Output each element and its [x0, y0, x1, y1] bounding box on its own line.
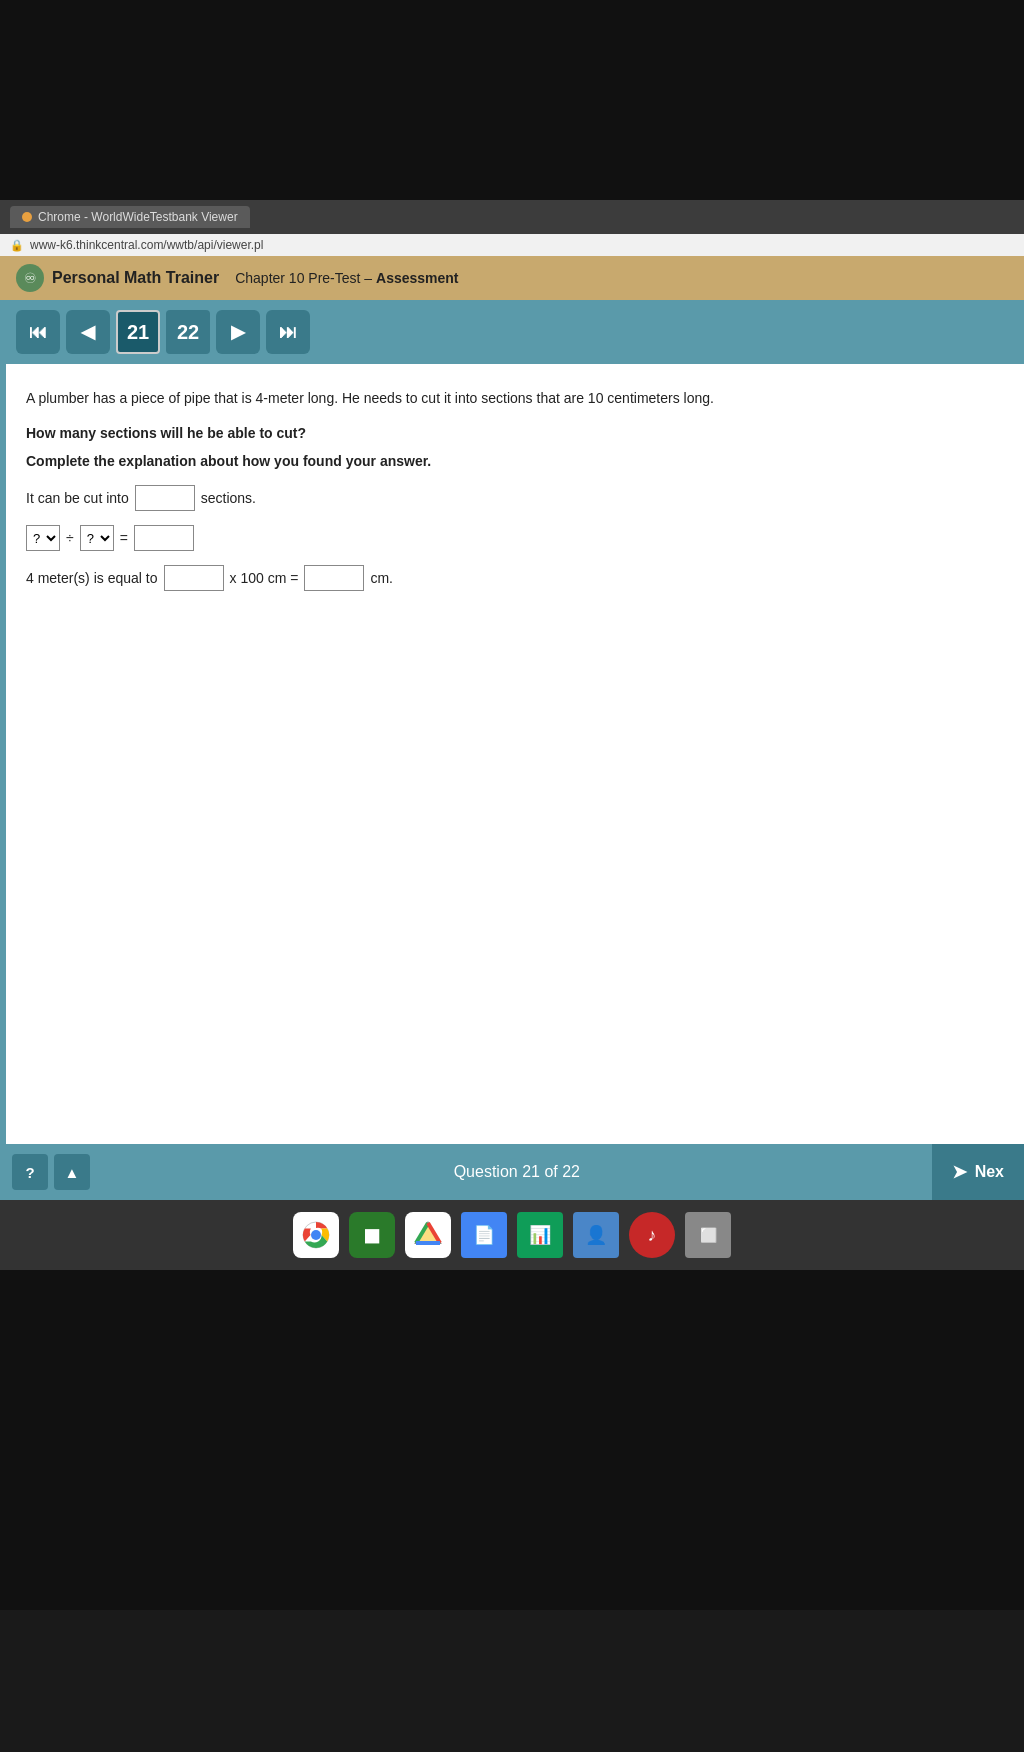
dropdown-2[interactable]: ? — [80, 525, 114, 551]
tab-label: Chrome - WorldWideTestbank Viewer — [38, 210, 238, 224]
answer-prefix-1: It can be cut into — [26, 490, 129, 506]
page-22-button[interactable]: 22 — [166, 310, 210, 354]
answer-suffix-1: sections. — [201, 490, 256, 506]
answer-row-2: ? ÷ ? = — [26, 525, 1004, 551]
lock-icon: 🔒 — [10, 239, 24, 252]
next-label: Nex — [975, 1163, 1004, 1181]
answer-row-3: 4 meter(s) is equal to x 100 cm = cm. — [26, 565, 1004, 591]
app-header: ♾ Personal Math Trainer Chapter 10 Pre-T… — [0, 256, 1024, 300]
next-button[interactable]: ➤ Nex — [932, 1144, 1024, 1200]
address-bar[interactable]: 🔒 www-k6.thinkcentral.com/wwtb/api/viewe… — [0, 234, 1024, 256]
question-counter: Question 21 of 22 — [102, 1163, 932, 1181]
taskbar-drive-icon[interactable] — [405, 1212, 451, 1258]
meters-input[interactable] — [164, 565, 224, 591]
svg-point-1 — [311, 1230, 321, 1240]
cm-result-input[interactable] — [304, 565, 364, 591]
prev-page-button[interactable]: ◀ — [66, 310, 110, 354]
next-page-button[interactable]: ▶ — [216, 310, 260, 354]
taskbar-sheets-icon[interactable]: 📊 — [517, 1212, 563, 1258]
taskbar: ◼ 📄 📊 👤 ♪ ⬜ — [0, 1200, 1024, 1270]
bottom-dark-area — [0, 1270, 1024, 1610]
times-100-label: x 100 cm = — [230, 570, 299, 586]
logo-icon: ♾ — [16, 264, 44, 292]
app-name: Personal Math Trainer — [52, 269, 219, 287]
taskbar-user-icon[interactable]: 👤 — [573, 1212, 619, 1258]
browser-tab[interactable]: Chrome - WorldWideTestbank Viewer — [10, 206, 250, 228]
taskbar-docs-icon[interactable]: 📄 — [461, 1212, 507, 1258]
divide-sign: ÷ — [66, 530, 74, 546]
last-page-button[interactable]: ⏭ — [266, 310, 310, 354]
dropdown-1[interactable]: ? — [26, 525, 60, 551]
chapter-label: Chapter 10 Pre-Test – Assessment — [235, 270, 458, 286]
taskbar-grey-icon[interactable]: ⬜ — [685, 1212, 731, 1258]
answer-suffix-3: cm. — [370, 570, 393, 586]
app-logo: ♾ Personal Math Trainer — [16, 264, 219, 292]
taskbar-chrome-icon[interactable] — [293, 1212, 339, 1258]
equation-result-input[interactable] — [134, 525, 194, 551]
sections-input[interactable] — [135, 485, 195, 511]
navigation-toolbar: ⏮ ◀ 21 22 ▶ ⏭ — [0, 300, 1024, 364]
browser-tab-bar: Chrome - WorldWideTestbank Viewer — [0, 200, 1024, 234]
equals-sign: = — [120, 530, 128, 546]
main-content-area: A plumber has a piece of pipe that is 4-… — [0, 364, 1024, 1144]
top-dark-area — [0, 0, 1024, 200]
question-instruction: Complete the explanation about how you f… — [26, 453, 1004, 469]
answer-row-1: It can be cut into sections. — [26, 485, 1004, 511]
page-21-button[interactable]: 21 — [116, 310, 160, 354]
help-button[interactable]: ? — [12, 1154, 48, 1190]
answer-prefix-3: 4 meter(s) is equal to — [26, 570, 158, 586]
footer-bar: ? ▲ Question 21 of 22 ➤ Nex — [0, 1144, 1024, 1200]
flag-button[interactable]: ▲ — [54, 1154, 90, 1190]
url-text: www-k6.thinkcentral.com/wwtb/api/viewer.… — [30, 238, 263, 252]
tab-favicon — [22, 212, 32, 222]
taskbar-red-icon[interactable]: ♪ — [629, 1212, 675, 1258]
next-arrow-icon: ➤ — [952, 1161, 967, 1183]
taskbar-green-app-icon[interactable]: ◼ — [349, 1212, 395, 1258]
first-page-button[interactable]: ⏮ — [16, 310, 60, 354]
footer-left: ? ▲ — [0, 1154, 102, 1190]
question-sub: How many sections will he be able to cut… — [26, 425, 1004, 441]
question-text: A plumber has a piece of pipe that is 4-… — [26, 388, 1004, 409]
